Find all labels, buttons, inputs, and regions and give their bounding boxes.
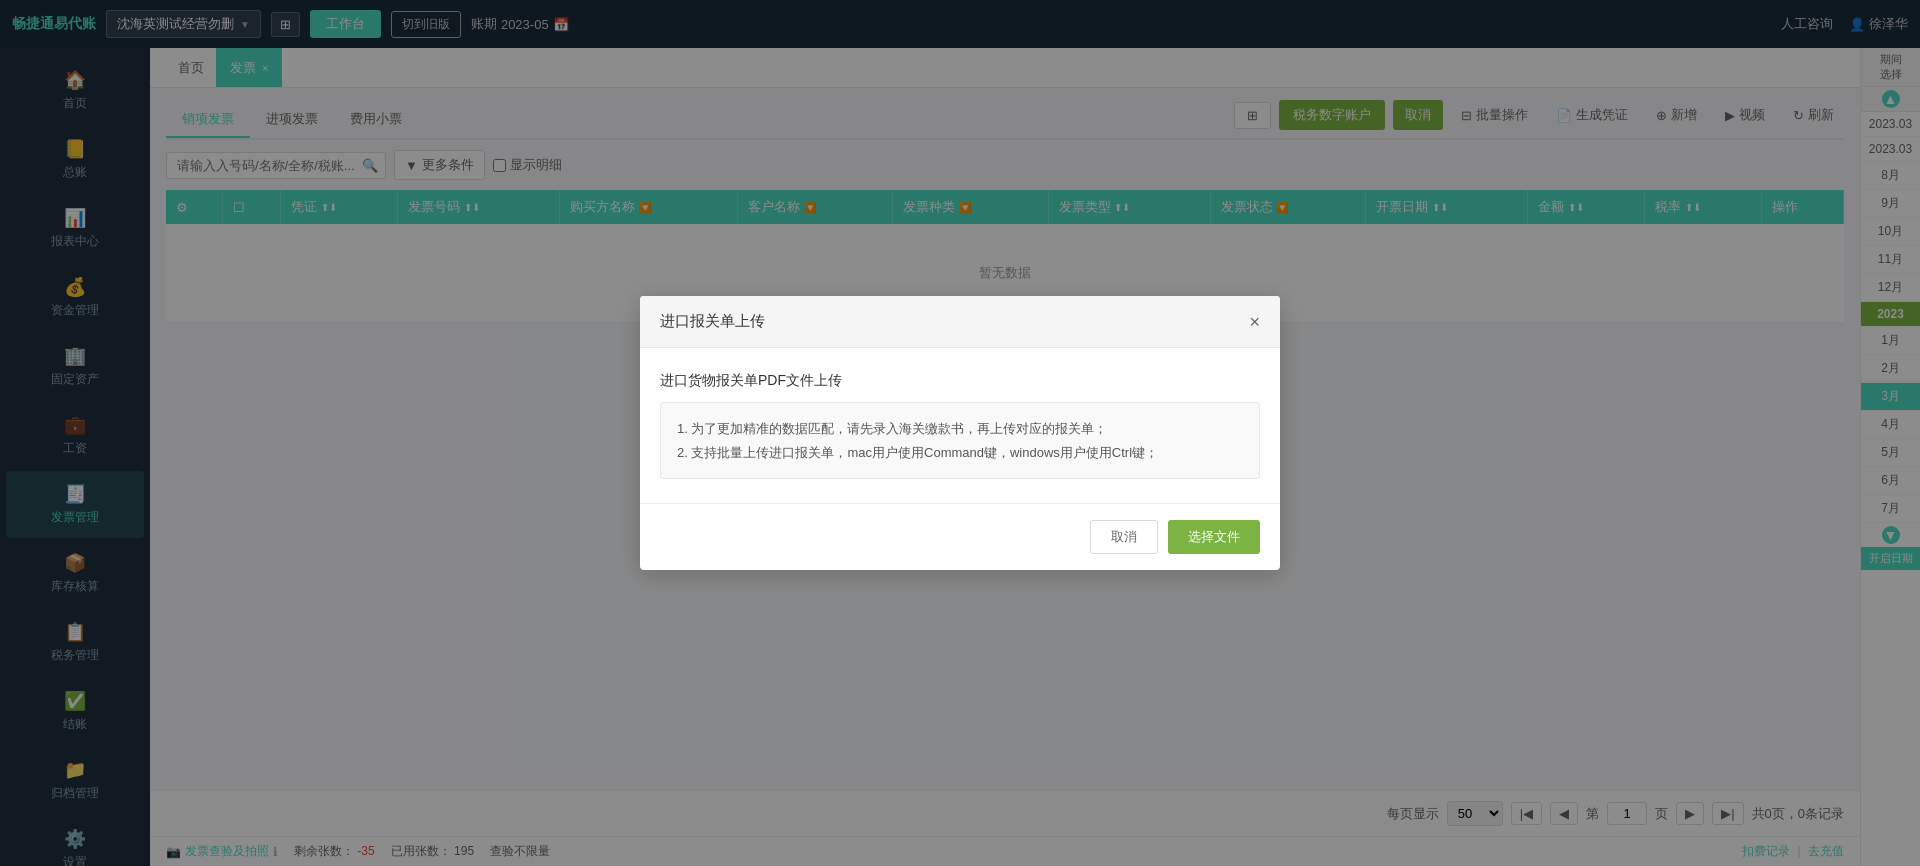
modal-overlay: 进口报关单上传 × 进口货物报关单PDF文件上传 1. 为了更加精准的数据匹配，… [0, 0, 1920, 866]
modal-header: 进口报关单上传 × [640, 296, 1280, 348]
modal-info-item-1: 1. 为了更加精准的数据匹配，请先录入海关缴款书，再上传对应的报关单； [677, 417, 1243, 440]
modal-info-item-2: 2. 支持批量上传进口报关单，mac用户使用Command键，windows用户… [677, 441, 1243, 464]
modal-title: 进口报关单上传 [660, 312, 765, 331]
modal-select-file-button[interactable]: 选择文件 [1168, 520, 1260, 554]
modal-footer: 取消 选择文件 [640, 503, 1280, 570]
modal-body: 进口货物报关单PDF文件上传 1. 为了更加精准的数据匹配，请先录入海关缴款书，… [640, 348, 1280, 503]
modal-close-button[interactable]: × [1249, 313, 1260, 331]
modal-cancel-button[interactable]: 取消 [1090, 520, 1158, 554]
modal-info-box: 1. 为了更加精准的数据匹配，请先录入海关缴款书，再上传对应的报关单； 2. 支… [660, 402, 1260, 479]
modal-section-title: 进口货物报关单PDF文件上传 [660, 372, 1260, 390]
modal-import-customs: 进口报关单上传 × 进口货物报关单PDF文件上传 1. 为了更加精准的数据匹配，… [640, 296, 1280, 570]
